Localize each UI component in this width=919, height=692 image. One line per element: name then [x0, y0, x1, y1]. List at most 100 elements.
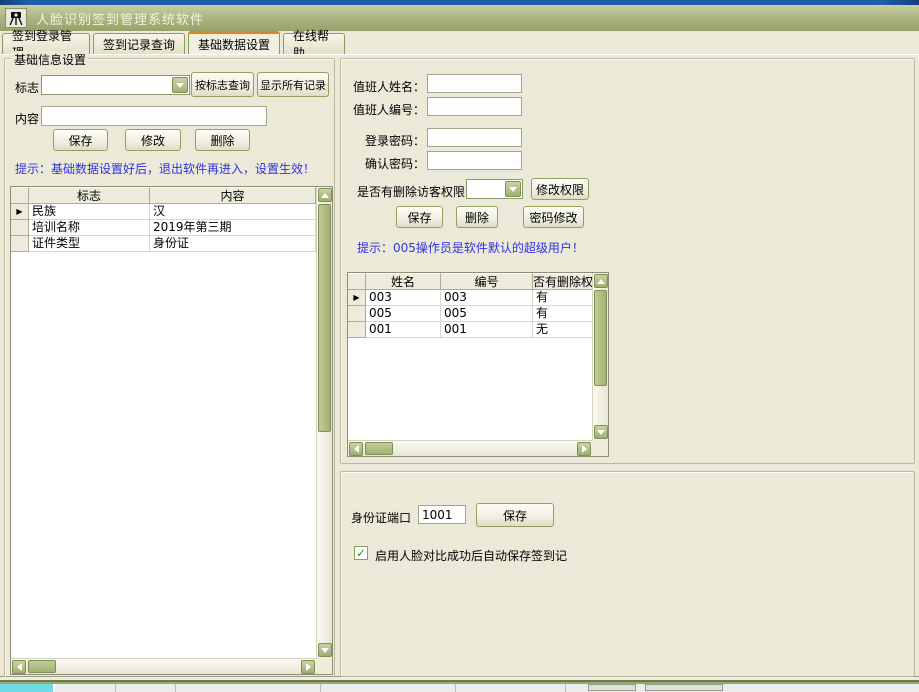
operator-groupbox: 值班人姓名： 值班人编号： 登录密码： 确认密码： 是否有删除访客权限 修改权限…: [340, 58, 915, 464]
row-selector[interactable]: [11, 220, 29, 236]
app-window: 人脸识别签到管理系统软件 签到登录管理 签到记录查询 基础数据设置 在线帮助 基…: [0, 0, 919, 692]
auto-save-checkbox-label: 启用人脸对比成功后自动保存签到记: [375, 547, 567, 564]
scroll-up-icon[interactable]: [318, 188, 332, 202]
cell-mark: 培训名称: [29, 220, 150, 236]
cell-number: 005: [441, 306, 533, 322]
cell-permission: 有: [533, 290, 593, 306]
id-port-input[interactable]: [418, 505, 466, 524]
basic-info-table: 标志 内容 ▶ 民族 汉 培训名称 2019年第三期 证件类: [10, 186, 333, 675]
modify-permission-button[interactable]: 修改权限: [531, 178, 589, 200]
header-content[interactable]: 内容: [150, 187, 316, 204]
content-input[interactable]: [41, 106, 267, 126]
taskbar-separator: [320, 684, 321, 692]
query-by-mark-button[interactable]: 按标志查询: [191, 72, 254, 97]
chevron-down-icon[interactable]: [505, 181, 521, 197]
cell-content: 身份证: [150, 236, 316, 252]
cell-name: 003: [366, 290, 441, 306]
save-button[interactable]: 保存: [53, 129, 108, 151]
header-delete-permission[interactable]: 否有删除权: [533, 273, 593, 290]
auto-save-checkbox[interactable]: ✓: [354, 546, 368, 560]
table-header-row: 标志 内容: [11, 187, 332, 204]
table-row[interactable]: ▶ 民族 汉: [11, 204, 332, 220]
table-row[interactable]: 证件类型 身份证: [11, 236, 332, 252]
vertical-scrollbar[interactable]: [592, 273, 608, 440]
duty-name-label: 值班人姓名：: [349, 78, 425, 95]
table-row[interactable]: 001 001 无: [348, 322, 608, 338]
scrollbar-thumb[interactable]: [318, 204, 331, 432]
cell-number: 001: [441, 322, 533, 338]
taskbar-separator: [565, 684, 566, 692]
show-all-records-button[interactable]: 显示所有记录: [257, 72, 329, 97]
tab-signin-records[interactable]: 签到记录查询: [93, 33, 185, 54]
horizontal-scrollbar[interactable]: [348, 440, 592, 456]
mark-label: 标志: [15, 79, 39, 96]
scrollbar-thumb[interactable]: [28, 660, 56, 673]
taskbar-separator: [115, 684, 116, 692]
horizontal-scrollbar[interactable]: [11, 658, 316, 674]
row-selector[interactable]: [348, 322, 366, 338]
mark-combobox-value: [44, 78, 171, 92]
taskbar-button[interactable]: [588, 684, 636, 691]
header-mark[interactable]: 标志: [29, 187, 150, 204]
row-selector[interactable]: [348, 306, 366, 322]
table-row[interactable]: 培训名称 2019年第三期: [11, 220, 332, 236]
delete-permission-label: 是否有删除访客权限: [357, 183, 465, 200]
operator-delete-button[interactable]: 删除: [456, 206, 498, 228]
chevron-down-icon[interactable]: [172, 77, 188, 93]
taskbar-separator: [175, 684, 176, 692]
taskbar-start-button[interactable]: [0, 684, 55, 692]
check-icon: ✓: [356, 547, 366, 559]
cell-permission: 无: [533, 322, 593, 338]
table-row[interactable]: 005 005 有: [348, 306, 608, 322]
scroll-left-icon[interactable]: [349, 442, 363, 456]
content-label: 内容: [15, 110, 39, 127]
header-selector: [11, 187, 29, 204]
delete-permission-combobox[interactable]: [466, 179, 523, 199]
modify-button[interactable]: 修改: [125, 129, 181, 151]
table-header-row: 姓名 编号 否有删除权: [348, 273, 608, 290]
row-pointer-icon: ▶: [16, 207, 22, 216]
taskbar: [0, 684, 919, 692]
duty-name-input[interactable]: [427, 74, 522, 93]
cell-mark: 证件类型: [29, 236, 150, 252]
row-selector[interactable]: ▶: [11, 204, 29, 220]
duty-number-label: 值班人编号：: [349, 101, 425, 118]
cell-number: 003: [441, 290, 533, 306]
header-name[interactable]: 姓名: [366, 273, 441, 290]
title-bar[interactable]: 人脸识别签到管理系统软件: [0, 5, 919, 31]
taskbar-separator: [455, 684, 456, 692]
header-number[interactable]: 编号: [441, 273, 533, 290]
duty-number-input[interactable]: [427, 97, 522, 116]
mark-combobox[interactable]: [41, 75, 190, 95]
delete-button[interactable]: 删除: [195, 129, 250, 151]
id-port-label: 身份证端口: [351, 509, 411, 526]
row-pointer-icon: ▶: [353, 293, 359, 302]
scrollbar-thumb[interactable]: [594, 290, 607, 386]
login-password-input[interactable]: [427, 128, 522, 147]
basic-data-tip: 提示：基础数据设置好后，退出软件再进入，设置生效！: [15, 160, 315, 177]
operator-save-button[interactable]: 保存: [396, 206, 443, 228]
group-title: 基础信息设置: [11, 51, 89, 68]
super-user-tip: 提示：005操作员是软件默认的超级用户！: [357, 239, 584, 256]
row-selector[interactable]: ▶: [348, 290, 366, 306]
scroll-down-icon[interactable]: [318, 643, 332, 657]
table-row[interactable]: ▶ 003 003 有: [348, 290, 608, 306]
scroll-right-icon[interactable]: [577, 442, 591, 456]
port-save-button[interactable]: 保存: [476, 503, 554, 527]
scrollbar-corner: [592, 440, 608, 456]
taskbar-button[interactable]: [645, 684, 723, 691]
scroll-down-icon[interactable]: [594, 425, 608, 439]
confirm-password-input[interactable]: [427, 151, 522, 170]
scroll-left-icon[interactable]: [12, 660, 26, 674]
header-selector: [348, 273, 366, 290]
row-selector[interactable]: [11, 236, 29, 252]
password-modify-button[interactable]: 密码修改: [523, 206, 584, 228]
cell-content: 2019年第三期: [150, 220, 316, 236]
tab-online-help[interactable]: 在线帮助: [283, 33, 345, 54]
scroll-up-icon[interactable]: [594, 274, 608, 288]
tab-page-basic-data: 基础信息设置 标志 按标志查询 显示所有记录 内容 保存 修改 删除 提示：基础…: [0, 54, 919, 677]
scroll-right-icon[interactable]: [301, 660, 315, 674]
tab-basic-data[interactable]: 基础数据设置: [188, 31, 280, 54]
vertical-scrollbar[interactable]: [316, 187, 332, 658]
scrollbar-thumb[interactable]: [365, 442, 393, 455]
